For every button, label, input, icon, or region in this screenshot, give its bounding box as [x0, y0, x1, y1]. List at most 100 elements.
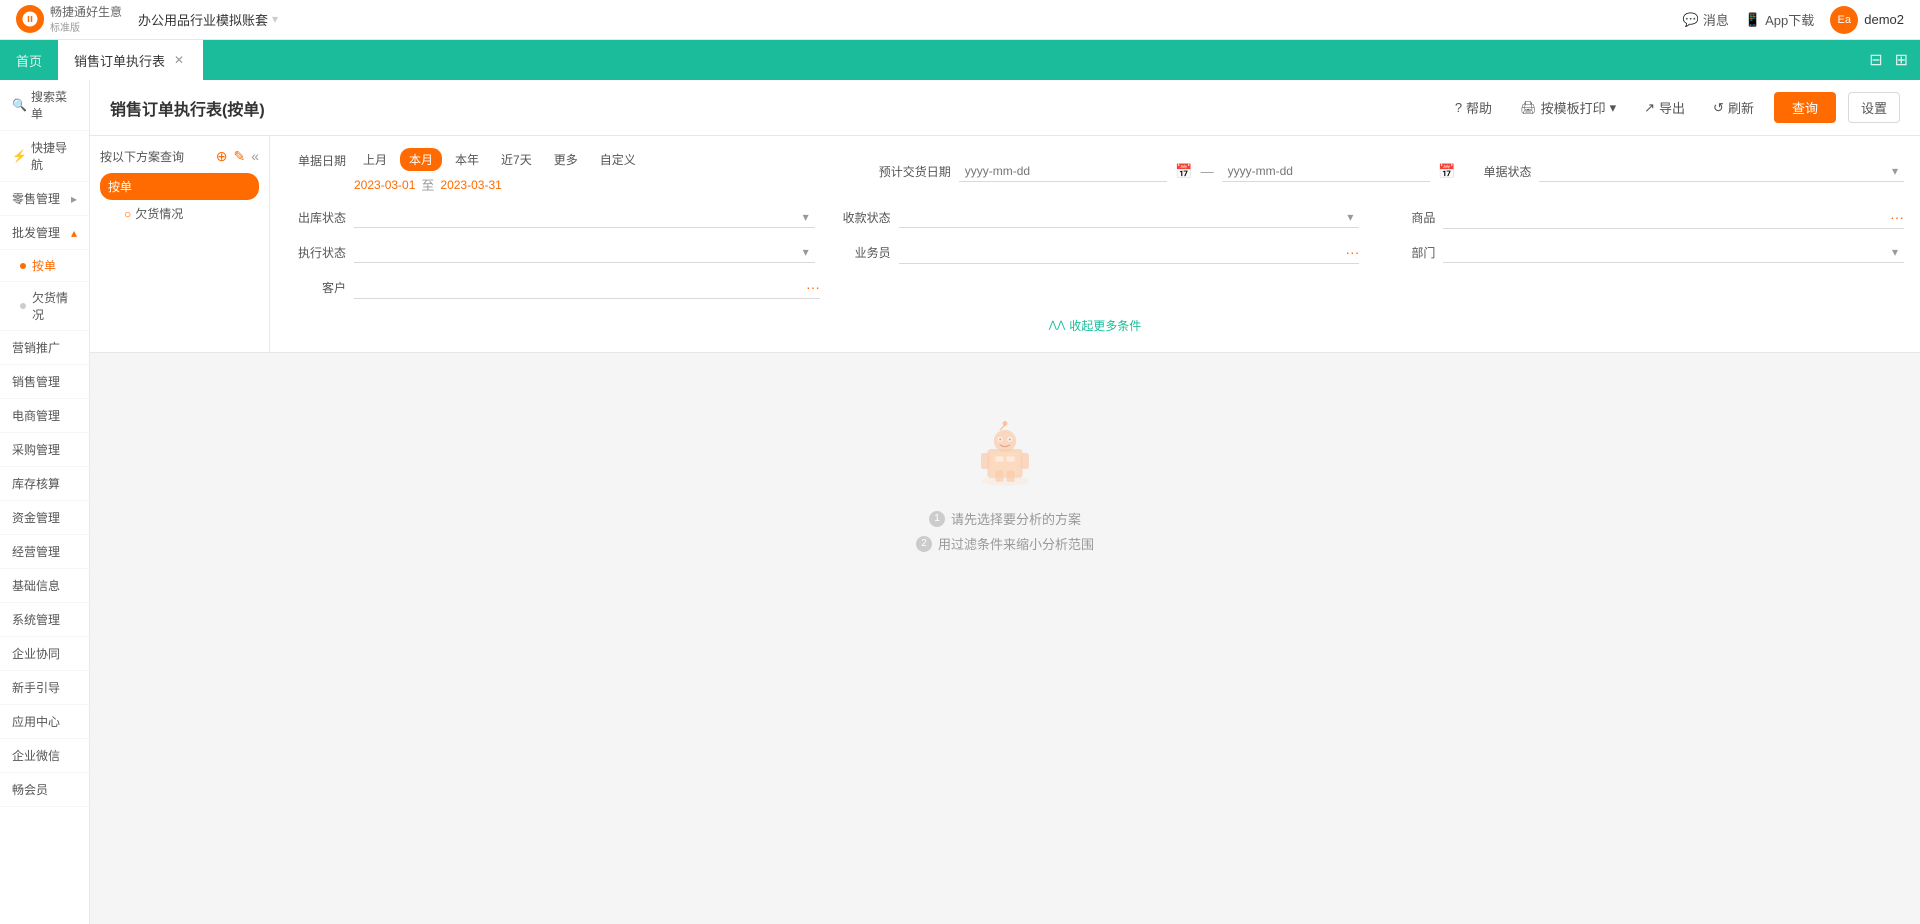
query-button[interactable]: 查询	[1774, 92, 1836, 123]
sidebar-item-guide[interactable]: 新手引导	[0, 671, 89, 705]
sidebar-item-marketing[interactable]: 营销推广	[0, 331, 89, 365]
date-tab-lastmonth[interactable]: 上月	[354, 148, 396, 171]
tab-home[interactable]: 首页	[0, 40, 58, 80]
app-download-label: App下载	[1765, 10, 1814, 29]
hint-num-1: 1	[929, 511, 945, 527]
sidebar-item-basic[interactable]: 基础信息	[0, 569, 89, 603]
tab-minimize-icon[interactable]: ⊟	[1865, 46, 1886, 74]
collapse-label: 收起更多条件	[1069, 317, 1141, 334]
date-tab-more[interactable]: 更多	[545, 148, 587, 171]
sidebar-sub-shortage[interactable]: 欠货情况	[0, 282, 89, 331]
receive-status-select[interactable]: ▾	[899, 207, 1360, 228]
date-tab-thisyear[interactable]: 本年	[446, 148, 488, 171]
exec-status-chevron-icon: ▾	[803, 245, 809, 259]
tab-bar: 首页 销售订单执行表 ✕ ⊟ ⊞	[0, 40, 1920, 80]
date-tab-custom[interactable]: 自定义	[591, 148, 645, 171]
logo-subtext: 标准版	[50, 19, 122, 34]
filter-left: 按以下方案查询 ⊕ ✎ « 按单 ○ 欠货情况	[90, 136, 270, 352]
page-header: 销售订单执行表(按单) ? 帮助 🖨 按模板打印 ▾ ↗ 导出	[90, 80, 1920, 136]
scheme-shortage[interactable]: ○ 欠货情况	[100, 200, 259, 227]
sidebar-item-search[interactable]: 🔍 搜索菜单	[0, 80, 89, 131]
bill-status-field: 单据状态 ▾	[1471, 161, 1904, 182]
sidebar-item-wholesale[interactable]: 批发管理 ▴	[0, 216, 89, 250]
message-label: 消息	[1703, 10, 1729, 29]
customer-more-icon[interactable]: ···	[806, 279, 820, 295]
sidebar-item-sales-mgmt[interactable]: 销售管理	[0, 365, 89, 399]
breadcrumb-arrow-icon[interactable]: ▾	[272, 12, 278, 26]
sidebar-item-finance[interactable]: 资金管理	[0, 501, 89, 535]
tab-sales[interactable]: 销售订单执行表 ✕	[58, 40, 203, 80]
sidebar-item-wechat[interactable]: 企业微信	[0, 739, 89, 773]
sidebar-item-quick[interactable]: ⚡ 快捷导航	[0, 131, 89, 182]
sidebar-item-management[interactable]: 经营管理	[0, 535, 89, 569]
goods-more-icon[interactable]: ···	[1890, 209, 1904, 225]
collapse-scheme-icon[interactable]: «	[251, 148, 259, 165]
sidebar-item-ecommerce[interactable]: 电商管理	[0, 399, 89, 433]
date-tab-thismonth[interactable]: 本月	[400, 148, 442, 171]
sidebar-item-collab[interactable]: 企业协同	[0, 637, 89, 671]
user-avatar: Ea	[1830, 6, 1858, 34]
sidebar-item-inventory[interactable]: 库存核算	[0, 467, 89, 501]
settings-button[interactable]: 设置	[1848, 92, 1900, 123]
date-label: 单据日期	[286, 148, 346, 169]
dept-select[interactable]: ▾	[1443, 242, 1904, 263]
sidebar-item-appstore[interactable]: 应用中心	[0, 705, 89, 739]
print-button[interactable]: 🖨 按模板打印 ▾	[1512, 94, 1624, 121]
guide-label: 新手引导	[12, 679, 60, 696]
help-button[interactable]: ? 帮助	[1447, 94, 1500, 121]
scheme-byorder[interactable]: 按单	[100, 173, 259, 200]
exec-status-select[interactable]: ▾	[354, 242, 815, 263]
download-icon: 📱	[1745, 12, 1761, 28]
filter-row-3: 执行状态 ▾ 业务员 ···	[286, 241, 1904, 264]
expected-date-to-input[interactable]	[1222, 161, 1430, 182]
message-button[interactable]: 💬 消息	[1683, 10, 1729, 29]
goods-field: 商品 ···	[1375, 206, 1904, 229]
inactive-dot-icon	[20, 303, 26, 309]
top-bar-left: 畅捷通好生意 标准版 办公用品行业模拟账套 ▾	[16, 5, 278, 34]
expected-date-from-input[interactable]	[959, 161, 1167, 182]
sidebar-item-retail[interactable]: 零售管理 ▸	[0, 182, 89, 216]
goods-label: 商品	[1375, 209, 1435, 226]
scheme-byorder-label: 按单	[108, 178, 132, 195]
date-range-from: 2023-03-01	[354, 178, 415, 192]
bill-status-label: 单据状态	[1471, 163, 1531, 180]
sidebar-item-member[interactable]: 畅会员	[0, 773, 89, 807]
sidebar-item-system[interactable]: 系统管理	[0, 603, 89, 637]
out-status-select[interactable]: ▾	[354, 207, 815, 228]
sidebar-item-purchase[interactable]: 采购管理	[0, 433, 89, 467]
tab-maximize-icon[interactable]: ⊞	[1891, 46, 1912, 74]
scheme-shortage-label: 欠货情况	[135, 205, 183, 222]
wechat-label: 企业微信	[12, 747, 60, 764]
out-status-field: 出库状态 ▾	[286, 207, 815, 228]
sidebar-sub-byorder[interactable]: 按单	[0, 250, 89, 282]
add-scheme-icon[interactable]: ⊕	[216, 148, 228, 165]
salesperson-more-icon[interactable]: ···	[1345, 244, 1359, 260]
filter-panel: 按以下方案查询 ⊕ ✎ « 按单 ○ 欠货情况	[90, 136, 1920, 353]
export-label: 导出	[1659, 98, 1685, 117]
date-to-separator: 至	[421, 175, 434, 194]
date-tab-7days[interactable]: 近7天	[492, 148, 541, 171]
print-arrow-icon: ▾	[1610, 100, 1617, 116]
system-label: 系统管理	[12, 611, 60, 628]
expected-date-from-calendar-icon[interactable]: 📅	[1175, 163, 1192, 180]
date-range-to: 2023-03-31	[440, 178, 501, 192]
user-area[interactable]: Ea demo2	[1830, 6, 1904, 34]
sidebar-search-label: 搜索菜单	[31, 88, 77, 122]
bill-status-select[interactable]: ▾	[1539, 161, 1904, 182]
app-download-button[interactable]: 📱 App下载	[1745, 10, 1814, 29]
appstore-label: 应用中心	[12, 713, 60, 730]
basic-label: 基础信息	[12, 577, 60, 594]
sidebar: 🔍 搜索菜单 ⚡ 快捷导航 零售管理 ▸ 批发管理 ▴ 按单 欠货情况 营销推广…	[0, 80, 90, 924]
collapse-button[interactable]: ⋀⋀ 收起更多条件	[1049, 311, 1141, 340]
expected-date-to-calendar-icon[interactable]: 📅	[1438, 163, 1455, 180]
expected-date-label: 预计交货日期	[879, 163, 951, 180]
tab-bar-right: ⊟ ⊞	[1865, 46, 1920, 74]
refresh-button[interactable]: ↺ 刷新	[1705, 94, 1762, 121]
ecommerce-label: 电商管理	[12, 407, 60, 424]
tab-close-icon[interactable]: ✕	[171, 52, 187, 68]
edit-scheme-icon[interactable]: ✎	[233, 148, 245, 165]
page-header-actions: ? 帮助 🖨 按模板打印 ▾ ↗ 导出 ↺ 刷新	[1447, 92, 1900, 135]
page-wrapper: 销售订单执行表(按单) ? 帮助 🖨 按模板打印 ▾ ↗ 导出	[90, 80, 1920, 924]
dept-chevron-icon: ▾	[1892, 245, 1898, 259]
export-button[interactable]: ↗ 导出	[1636, 94, 1693, 121]
